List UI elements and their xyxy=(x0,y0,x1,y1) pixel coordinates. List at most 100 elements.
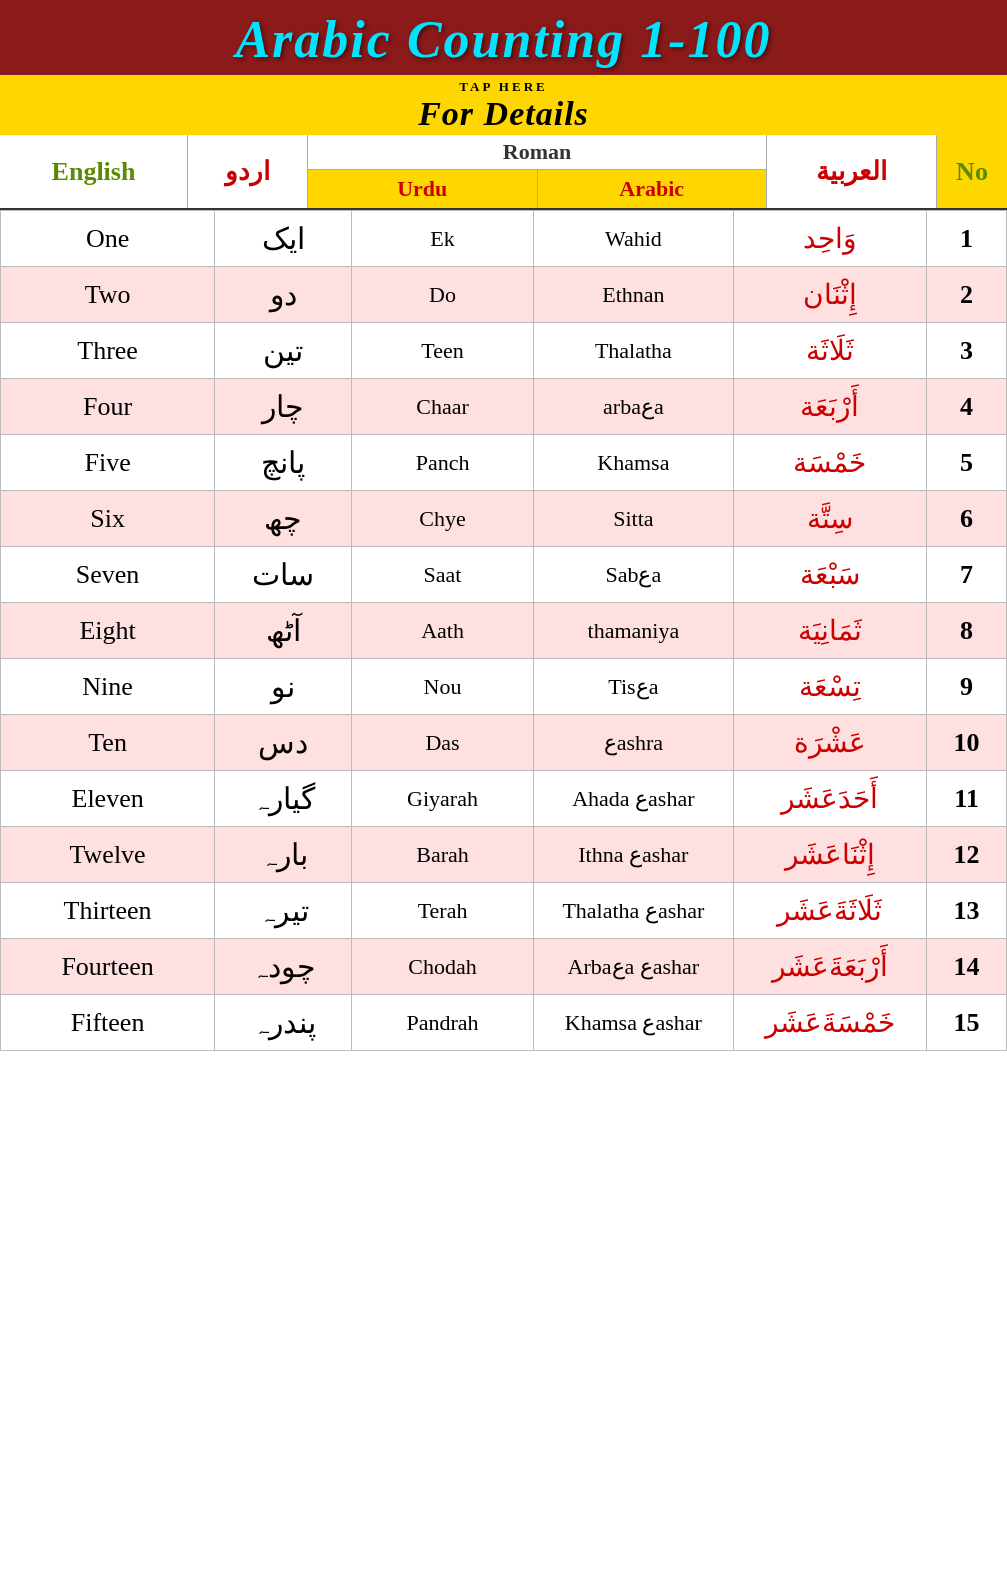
cell-no: 13 xyxy=(927,883,1007,939)
cell-arabic: وَاحِد xyxy=(733,211,927,267)
cell-roman-arabic: Wahid xyxy=(534,211,733,267)
cell-english: Six xyxy=(1,491,215,547)
cell-no: 4 xyxy=(927,379,1007,435)
cell-roman-urdu: Teen xyxy=(351,323,533,379)
cell-no: 5 xyxy=(927,435,1007,491)
cell-roman-urdu: Panch xyxy=(351,435,533,491)
cell-arabic: أَحَدَعَشَر xyxy=(733,771,927,827)
cell-english: Seven xyxy=(1,547,215,603)
cell-urdu: سات xyxy=(215,547,352,603)
table-header: English اردو Roman Urdu Arabic العربية N… xyxy=(0,135,1007,210)
cell-urdu: آٹھ xyxy=(215,603,352,659)
cell-roman-arabic: عashra xyxy=(534,715,733,771)
cell-roman-arabic: Khamsa xyxy=(534,435,733,491)
cell-roman-arabic: Tisعa xyxy=(534,659,733,715)
cell-roman-arabic: Thalatha xyxy=(534,323,733,379)
cell-urdu: دو xyxy=(215,267,352,323)
counting-table: OneایکEkWahidوَاحِد1TwoدوDoEthnanإِثْنَا… xyxy=(0,210,1007,1051)
cell-english: Four xyxy=(1,379,215,435)
table-row: SevenساتSaatSabعaسَبْعَة7 xyxy=(1,547,1007,603)
cell-roman-urdu: Barah xyxy=(351,827,533,883)
header-arabic-script: العربية xyxy=(767,135,937,208)
cell-arabic: تِسْعَة xyxy=(733,659,927,715)
cell-english: Five xyxy=(1,435,215,491)
cell-arabic: عَشْرَة xyxy=(733,715,927,771)
cell-english: Fifteen xyxy=(1,995,215,1051)
cell-arabic: أَرْبَعَة xyxy=(733,379,927,435)
cell-arabic: ثَمَانِيَة xyxy=(733,603,927,659)
cell-no: 6 xyxy=(927,491,1007,547)
cell-urdu: دس xyxy=(215,715,352,771)
table-row: ThirteenتیرہTerahThalatha عasharثَلَاثَة… xyxy=(1,883,1007,939)
cell-roman-urdu: Das xyxy=(351,715,533,771)
cell-urdu: چھ xyxy=(215,491,352,547)
cell-roman-arabic: Ethnan xyxy=(534,267,733,323)
header-urdu: اردو xyxy=(188,135,308,208)
cell-roman-urdu: Nou xyxy=(351,659,533,715)
header-no: No xyxy=(937,135,1007,208)
cell-roman-arabic: Arbaعa عashar xyxy=(534,939,733,995)
cell-urdu: پندرہ xyxy=(215,995,352,1051)
cell-roman-arabic: Ithna عashar xyxy=(534,827,733,883)
table-row: FifteenپندرہPandrahKhamsa عasharخَمْسَةَ… xyxy=(1,995,1007,1051)
cell-english: Fourteen xyxy=(1,939,215,995)
cell-arabic: سَبْعَة xyxy=(733,547,927,603)
cell-no: 7 xyxy=(927,547,1007,603)
cell-no: 8 xyxy=(927,603,1007,659)
cell-roman-urdu: Saat xyxy=(351,547,533,603)
cell-roman-urdu: Do xyxy=(351,267,533,323)
cell-roman-arabic: Thalatha عashar xyxy=(534,883,733,939)
subheader-row: Urdu Arabic xyxy=(308,170,766,208)
cell-english: Three xyxy=(1,323,215,379)
subheader-urdu: Urdu xyxy=(308,170,538,208)
header-roman-group: Roman Urdu Arabic xyxy=(308,135,767,208)
cell-arabic: ثَلَاثَةَعَشَر xyxy=(733,883,927,939)
cell-roman-urdu: Aath xyxy=(351,603,533,659)
title-bar: Arabic Counting 1-100 xyxy=(0,0,1007,75)
page-title: Arabic Counting 1-100 xyxy=(0,10,1007,69)
cell-no: 10 xyxy=(927,715,1007,771)
cell-english: One xyxy=(1,211,215,267)
table-row: TwelveبارہBarahIthna عasharإِثْنَاعَشَر1… xyxy=(1,827,1007,883)
cell-english: Two xyxy=(1,267,215,323)
cell-english: Eleven xyxy=(1,771,215,827)
cell-urdu: گیارہ xyxy=(215,771,352,827)
cell-arabic: ثَلَاثَة xyxy=(733,323,927,379)
table-row: NineنوNouTisعaتِسْعَة9 xyxy=(1,659,1007,715)
cell-roman-urdu: Terah xyxy=(351,883,533,939)
cell-arabic: أَرْبَعَةَعَشَر xyxy=(733,939,927,995)
cell-urdu: تیرہ xyxy=(215,883,352,939)
header-roman-label: Roman xyxy=(308,135,766,170)
cell-no: 9 xyxy=(927,659,1007,715)
cell-roman-arabic: Sitta xyxy=(534,491,733,547)
cell-urdu: تین xyxy=(215,323,352,379)
cell-no: 14 xyxy=(927,939,1007,995)
table-row: FiveپانچPanchKhamsaخَمْسَة5 xyxy=(1,435,1007,491)
cell-roman-urdu: Chye xyxy=(351,491,533,547)
subheader-arabic: Arabic xyxy=(538,170,767,208)
cell-no: 11 xyxy=(927,771,1007,827)
cell-roman-arabic: Ahada عashar xyxy=(534,771,733,827)
cell-no: 15 xyxy=(927,995,1007,1051)
table-row: FourچارChaararbaعaأَرْبَعَة4 xyxy=(1,379,1007,435)
table-row: TwoدوDoEthnanإِثْنَان2 xyxy=(1,267,1007,323)
cell-roman-urdu: Chodah xyxy=(351,939,533,995)
cell-roman-arabic: thamaniya xyxy=(534,603,733,659)
cell-english: Twelve xyxy=(1,827,215,883)
cell-english: Eight xyxy=(1,603,215,659)
cell-roman-arabic: Sabعa xyxy=(534,547,733,603)
cell-arabic: إِثْنَان xyxy=(733,267,927,323)
cell-no: 12 xyxy=(927,827,1007,883)
tap-banner[interactable]: TAP HERE For Details xyxy=(0,75,1007,135)
cell-roman-urdu: Chaar xyxy=(351,379,533,435)
cell-english: Thirteen xyxy=(1,883,215,939)
table-row: FourteenچودہChodahArbaعa عasharأَرْبَعَة… xyxy=(1,939,1007,995)
table-row: ThreeتینTeenThalathaثَلَاثَة3 xyxy=(1,323,1007,379)
cell-arabic: سِتَّة xyxy=(733,491,927,547)
cell-arabic: خَمْسَةَعَشَر xyxy=(733,995,927,1051)
cell-roman-urdu: Pandrah xyxy=(351,995,533,1051)
cell-no: 2 xyxy=(927,267,1007,323)
cell-urdu: بارہ xyxy=(215,827,352,883)
cell-roman-arabic: arbaعa xyxy=(534,379,733,435)
cell-urdu: چودہ xyxy=(215,939,352,995)
